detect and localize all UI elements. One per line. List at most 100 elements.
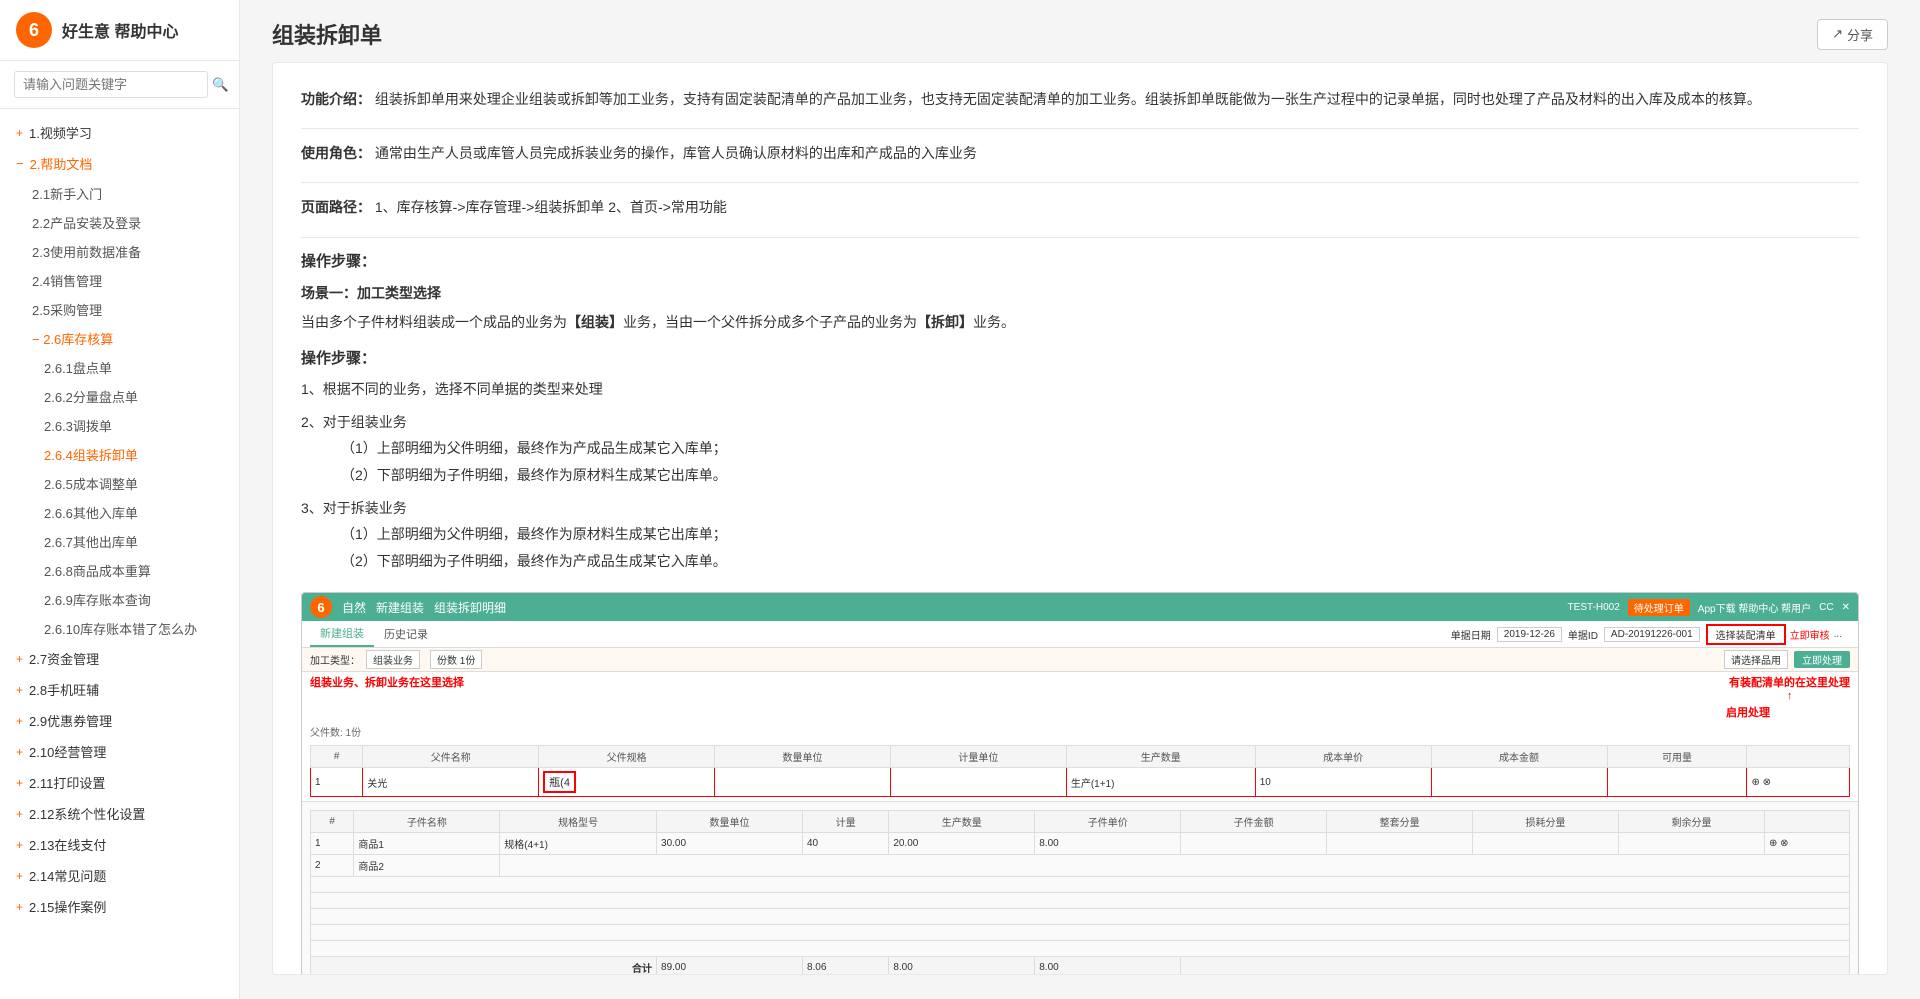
sidebar-item-cost-recalc[interactable]: 2.6.8商品成本重算 [0,556,239,585]
sidebar-item-data-prep[interactable]: 2.3使用前数据准备 [0,237,239,266]
sidebar-item-other-inbound[interactable]: 2.6.6其他入库单 [0,498,239,527]
mock-annotations-layer: 组装业务、拆卸业务在这里选择 有装配清单的在这里处理 ↑ 启用处理 [302,672,1858,722]
sidebar-item-inventory[interactable]: − 2.6库存核算 [0,324,239,353]
mock-field-type: 加工类型： [310,652,360,667]
step2-2-text: （2）下部明细为子件明细，最终作为原材料生成某它出库单。 [301,462,1859,489]
sidebar-item-help-docs[interactable]: − 2.帮助文档 [0,148,239,179]
sidebar-item-faq[interactable]: + 2.14常见问题 [0,860,239,891]
sidebar-item-coupon[interactable]: + 2.9优惠券管理 [0,705,239,736]
sidebar-item-purchase[interactable]: 2.5采购管理 [0,295,239,324]
bcell-amount [1181,833,1327,855]
cell-seq: 1 [311,768,363,797]
sidebar-item-partial-count[interactable]: 2.6.2分量盘点单 [0,382,239,411]
sidebar-item-label: 2.10经营管理 [29,742,106,761]
mock-audit-btn[interactable]: 立即审核 [1790,627,1830,642]
mock-date-value: 2019-12-26 [1497,627,1562,642]
sidebar-item-label: 2.12系统个性化设置 [29,804,145,823]
table-row [311,877,1850,893]
mock-type-input[interactable]: 组装业务 [366,650,420,669]
mock-process-btn[interactable]: 选择装配清单 [1706,624,1786,645]
bcol-action [1764,811,1849,833]
path-block: 页面路径： 1、库存核算->库存管理->组装拆卸单 2、首页->常用功能 [301,195,1859,220]
mock-pending-btn: 待处理订单 [1628,599,1690,616]
table-row [311,909,1850,925]
mock-toolbar-right: 单据日期 2019-12-26 单据ID AD-20191226-001 选择装… [438,624,1850,645]
sidebar-item-assembly[interactable]: 2.6.4组装拆卸单 [0,440,239,469]
sidebar-item-cost-adjust[interactable]: 2.6.5成本调整单 [0,469,239,498]
sidebar-item-stock-count[interactable]: 2.6.1盘点单 [0,353,239,382]
page-title: 组装拆卸单 [272,18,382,50]
mock-apply-btn[interactable]: 立即处理 [1794,651,1850,668]
role-label: 使用角色： [301,145,371,161]
mock-annotation-row2: 启用处理 [302,704,1858,722]
sidebar-item-transfer[interactable]: 2.6.3调拨单 [0,411,239,440]
mock-more-btn[interactable]: ... [1834,629,1842,640]
mock-select-input[interactable]: 请选择品用 [1724,650,1788,669]
mock-tab-new[interactable]: 新建组装 [310,621,374,647]
search-input[interactable] [14,71,208,98]
sidebar-item-ledger-error[interactable]: 2.6.10库存账本错了怎么办 [0,614,239,643]
sidebar-item-label: 2.9优惠券管理 [29,711,112,730]
step1-text: 1、根据不同的业务，选择不同单据的类型来处理 [301,376,1859,403]
sidebar-item-install[interactable]: 2.2产品安装及登录 [0,208,239,237]
bcell-empty-row5 [311,941,1850,957]
sidebar-item-label: 2.7资金管理 [29,649,99,668]
plus-icon: + [16,126,23,140]
logo-icon: 6 [16,12,52,48]
mock-top-table: # 父件名称 父件规格 数量单位 计量单位 生产数量 成本单价 成本金额 可用量 [310,745,1850,797]
sidebar-item-mgmt[interactable]: + 2.10经营管理 [0,736,239,767]
table-footer-row: 合计 89.00 8.06 8.00 8.00 [311,957,1850,975]
minus-icon: − [16,156,24,171]
bcell-name: 商品1 [354,833,500,855]
plus-icon8: + [16,838,23,852]
annotation-right-group: 有装配清单的在这里处理 ↑ [1729,674,1850,702]
sidebar-item-print[interactable]: + 2.11打印设置 [0,767,239,798]
annotation-assembly-label: 组装业务、拆卸业务在这里选择 [310,674,464,690]
path-text: 1、库存核算->库存管理->组装拆卸单 2、首页->常用功能 [375,199,727,215]
bcol-waste: 损耗分量 [1473,811,1619,833]
plus-icon4: + [16,714,23,728]
sidebar-item-payment[interactable]: + 2.13在线支付 [0,829,239,860]
col-cost-amount: 成本金额 [1431,746,1607,768]
role-block: 使用角色： 通常由生产人员或库管人员完成拆装业务的操作，库管人员确认原材料的出库… [301,141,1859,166]
tfoot-val2: 8.06 [802,957,888,975]
sidebar-item-finance[interactable]: + 2.7资金管理 [0,643,239,674]
cell-measure-unit [890,768,1066,797]
screenshot-inner: 6 自然 新建组装 组装拆卸明细 TEST-H002 待处理订单 App下载 帮… [302,593,1858,975]
sidebar-item-personalize[interactable]: + 2.12系统个性化设置 [0,798,239,829]
step3-1-text: （1）上部明细为父件明细，最终作为原材料生成某它出库单； [301,521,1859,548]
share-button[interactable]: ↗ 分享 [1817,19,1888,50]
cell-qty-unit [715,768,891,797]
cell-parent-name: 关光 [363,768,539,797]
sidebar-item-video-learning[interactable]: + 1.视频学习 [0,117,239,148]
mock-close-icon[interactable]: ✕ [1842,602,1850,613]
mock-tab-history[interactable]: 历史记录 [374,622,438,646]
step3-text: 3、对于拆装业务 [301,495,1859,522]
mock-annotation-row1: 组装业务、拆卸业务在这里选择 有装配清单的在这里处理 ↑ [302,672,1858,704]
bcol-child-amount: 子件金额 [1181,811,1327,833]
bcell-seq: 2 [311,855,354,877]
screenshot-container: 6 自然 新建组装 组装拆卸明细 TEST-H002 待处理订单 App下载 帮… [301,592,1859,975]
annotation-arrow1: ↑ [1787,690,1793,702]
sidebar-item-mobile[interactable]: + 2.8手机旺辅 [0,674,239,705]
step2-1-text: （1）上部明细为父件明细，最终作为产成品生成某它入库单； [301,435,1859,462]
sidebar-item-inventory-ledger[interactable]: 2.6.9库存账本查询 [0,585,239,614]
col-cost-price: 成本单价 [1255,746,1431,768]
col-parent-spec: 父件规格 [539,746,715,768]
mock-topbar-right: TEST-H002 待处理订单 App下载 帮助中心 帮用户 CC ✕ [1568,599,1850,616]
sidebar-item-cases[interactable]: + 2.15操作案例 [0,891,239,922]
mock-title-id: TEST-H002 [1568,602,1620,613]
sidebar-item-newbie[interactable]: 2.1新手入门 [0,179,239,208]
nav-tree: + 1.视频学习 − 2.帮助文档 2.1新手入门 2.2产品安装及登录 2.3… [0,109,239,999]
bcol-qty-unit: 数量单位 [657,811,803,833]
sidebar-item-other-outbound[interactable]: 2.6.7其他出库单 [0,527,239,556]
sidebar-item-label: 2.11打印设置 [29,773,105,792]
bcell-name: 商品2 [354,855,500,877]
col-action [1747,746,1850,768]
step-ops-title: 操作步骤： [301,347,1859,368]
search-button[interactable]: 🔍 [212,77,229,93]
sidebar-item-sales[interactable]: 2.4销售管理 [0,266,239,295]
plus-icon2: + [16,652,23,666]
sidebar-item-label: 2.15操作案例 [29,897,106,916]
spec-box: 瓶(4 [543,771,576,793]
